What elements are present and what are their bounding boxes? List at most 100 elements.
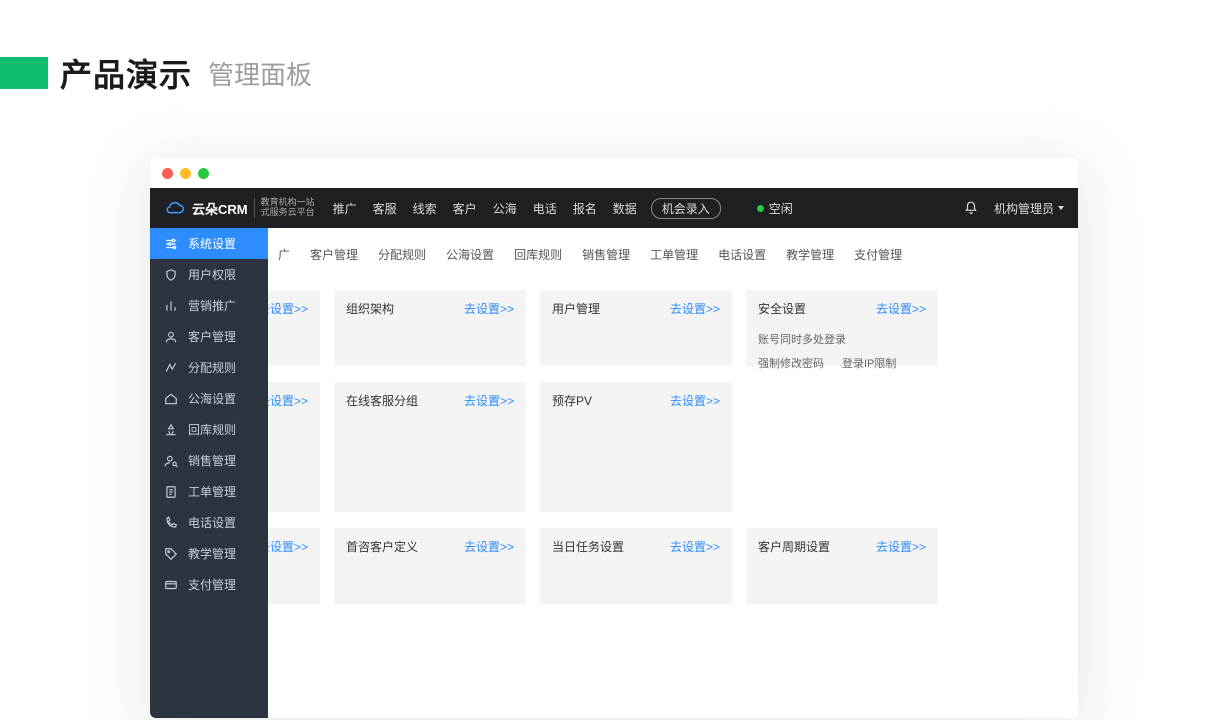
card-title: 首咨客户定义 xyxy=(346,540,418,554)
sidebar-item-label: 用户权限 xyxy=(188,266,236,283)
user-role: 机构管理员 xyxy=(994,200,1054,217)
go-settings-link[interactable]: 去设置>> xyxy=(464,300,514,317)
app-window: 云朵CRM 教育机构一站 式服务云平台 推广 客服 线索 客户 公海 电话 报名… xyxy=(150,158,1078,718)
settings-tab[interactable]: 工单管理 xyxy=(640,240,708,269)
sidebar-item-label: 客户管理 xyxy=(188,328,236,345)
settings-tab[interactable]: 客户管理 xyxy=(300,240,368,269)
caret-down-icon xyxy=(1058,206,1064,210)
sidebar-item[interactable]: 客户管理 xyxy=(150,321,268,352)
window-min-dot[interactable] xyxy=(180,168,191,179)
window-max-dot[interactable] xyxy=(198,168,209,179)
sidebar-item-label: 电话设置 xyxy=(188,514,236,531)
window-chrome xyxy=(150,158,1078,188)
settings-tab[interactable]: 教学管理 xyxy=(776,240,844,269)
go-settings-link[interactable]: 去设置>> xyxy=(876,538,926,555)
page-heading: 产品演示 管理面板 xyxy=(0,50,312,96)
card-row: 去设置>> 组织架构 去设置>> 用户管理 去设置>> 安全设置 去设置>> 账号同时多处登录… xyxy=(268,290,1064,366)
topnav-item[interactable]: 电话 xyxy=(533,200,557,217)
heading-accent-bar xyxy=(0,57,48,89)
settings-tab[interactable]: 支付管理 xyxy=(844,240,912,269)
sidebar-item[interactable]: 电话设置 xyxy=(150,507,268,538)
heading-title: 产品演示 xyxy=(60,50,192,96)
sidebar-item[interactable]: 教学管理 xyxy=(150,538,268,569)
go-settings-link[interactable]: 去设置>> xyxy=(876,300,926,317)
sidebar-item-label: 工单管理 xyxy=(188,483,236,500)
card-tag: 强制修改密码 xyxy=(758,355,824,371)
recycle-icon xyxy=(164,423,178,437)
settings-tab[interactable]: 分配规则 xyxy=(368,240,436,269)
tag-icon xyxy=(164,547,178,561)
settings-tab[interactable]: 回库规则 xyxy=(504,240,572,269)
window-close-dot[interactable] xyxy=(162,168,173,179)
card-tags: 账号同时多处登录强制修改密码 登录IP限制 xyxy=(758,331,926,371)
topnav-item[interactable]: 线索 xyxy=(413,200,437,217)
card-title: 组织架构 xyxy=(346,302,394,316)
card-title: 安全设置 xyxy=(758,302,806,316)
sidebar-item-label: 分配规则 xyxy=(188,359,236,376)
settings-card: 在线客服分组 去设置>> xyxy=(334,382,526,512)
card-title: 预存PV xyxy=(552,394,592,408)
card-tag: 登录IP限制 xyxy=(842,355,896,371)
sidebar-item[interactable]: 营销推广 xyxy=(150,290,268,321)
topnav-item[interactable]: 数据 xyxy=(613,200,637,217)
topnav-item[interactable]: 报名 xyxy=(573,200,597,217)
top-nav: 推广 客服 线索 客户 公海 电话 报名 数据 xyxy=(333,200,637,217)
status-text: 空闲 xyxy=(769,200,793,217)
settings-tabs: 广客户管理分配规则公海设置回库规则销售管理工单管理电话设置教学管理支付管理 xyxy=(268,228,1078,269)
go-settings-link[interactable]: 去设置>> xyxy=(268,538,308,555)
sidebar-item[interactable]: 用户权限 xyxy=(150,259,268,290)
settings-tab[interactable]: 销售管理 xyxy=(572,240,640,269)
bell-icon[interactable] xyxy=(964,201,978,215)
logo-tagline-2: 式服务云平台 xyxy=(261,207,315,217)
go-settings-link[interactable]: 去设置>> xyxy=(670,538,720,555)
settings-card: 客户周期设置 去设置>> xyxy=(746,528,938,604)
go-settings-link[interactable]: 去设置>> xyxy=(670,392,720,409)
settings-sliders-icon xyxy=(164,237,178,251)
topnav-item[interactable]: 公海 xyxy=(493,200,517,217)
go-settings-link[interactable]: 去设置>> xyxy=(268,392,308,409)
go-settings-link[interactable]: 去设置>> xyxy=(670,300,720,317)
settings-tab[interactable]: 公海设置 xyxy=(436,240,504,269)
sidebar-item-label: 回库规则 xyxy=(188,421,236,438)
card-title: 用户管理 xyxy=(552,302,600,316)
logo[interactable]: 云朵CRM 教育机构一站 式服务云平台 xyxy=(164,198,315,218)
topbar-right: 机构管理员 xyxy=(964,200,1064,217)
status-dot-icon xyxy=(757,205,764,212)
card-title: 客户周期设置 xyxy=(758,540,830,554)
go-settings-link[interactable]: 去设置>> xyxy=(464,392,514,409)
topnav-item[interactable]: 客服 xyxy=(373,200,397,217)
phone-icon xyxy=(164,516,178,530)
settings-tab[interactable]: 电话设置 xyxy=(708,240,776,269)
logo-text: 云朵CRM xyxy=(192,199,248,218)
go-settings-link[interactable]: 去设置>> xyxy=(268,300,308,317)
settings-tab[interactable]: 广 xyxy=(268,240,300,269)
topnav-item[interactable]: 客户 xyxy=(453,200,477,217)
sidebar-item[interactable]: 公海设置 xyxy=(150,383,268,414)
sidebar-item[interactable]: 回库规则 xyxy=(150,414,268,445)
settings-card: 置去设置>> xyxy=(268,382,320,512)
settings-card: 则去设置>> xyxy=(268,528,320,604)
settings-cards: 去设置>>组织架构去设置>>用户管理去设置>>安全设置去设置>>账号同时多处登录… xyxy=(268,274,1064,718)
person-search-icon xyxy=(164,454,178,468)
sidebar-item[interactable]: 工单管理 xyxy=(150,476,268,507)
main-panel: 广客户管理分配规则公海设置回库规则销售管理工单管理电话设置教学管理支付管理 去设… xyxy=(268,228,1078,718)
status-indicator[interactable]: 空闲 xyxy=(757,200,793,217)
user-icon xyxy=(164,330,178,344)
user-menu[interactable]: 机构管理员 xyxy=(994,200,1064,217)
sidebar-item[interactable]: 系统设置 xyxy=(150,228,268,259)
sidebar-item[interactable]: 销售管理 xyxy=(150,445,268,476)
chart-bars-icon xyxy=(164,299,178,313)
house-icon xyxy=(164,392,178,406)
sidebar-item[interactable]: 分配规则 xyxy=(150,352,268,383)
settings-card: 当日任务设置去设置>> xyxy=(540,528,732,604)
record-button[interactable]: 机会录入 xyxy=(651,198,721,219)
sidebar-item[interactable]: 支付管理 xyxy=(150,569,268,600)
settings-card: 预存PV 去设置>> xyxy=(540,382,732,512)
document-icon xyxy=(164,485,178,499)
card-title: 在线客服分组 xyxy=(346,394,418,408)
settings-card: 组织架构 去设置>> xyxy=(334,290,526,366)
sidebar: 系统设置用户权限营销推广客户管理分配规则公海设置回库规则销售管理工单管理电话设置… xyxy=(150,228,268,718)
topnav-item[interactable]: 推广 xyxy=(333,200,357,217)
go-settings-link[interactable]: 去设置>> xyxy=(464,538,514,555)
card-tag: 账号同时多处登录 xyxy=(758,331,846,347)
